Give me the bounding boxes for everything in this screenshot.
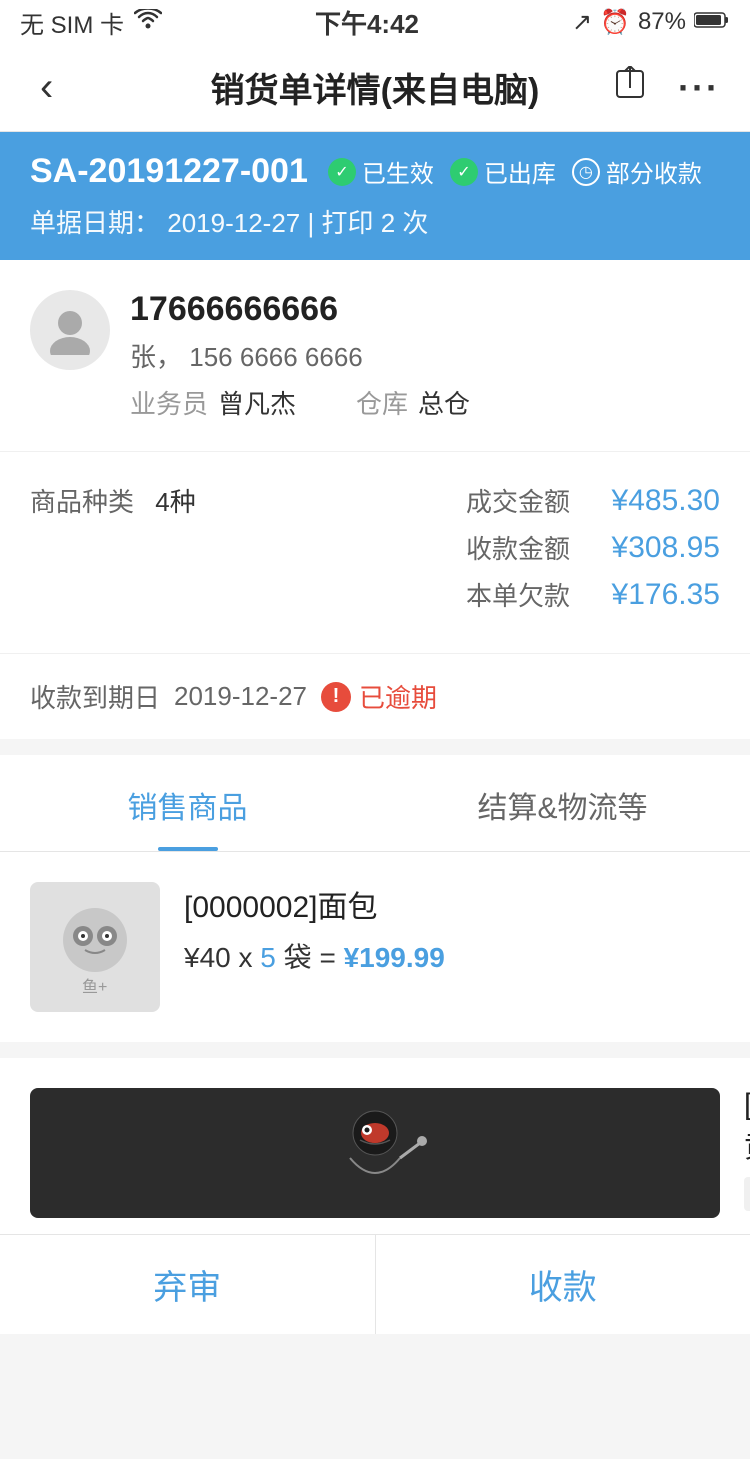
check-icon-active: ✓	[328, 158, 356, 186]
location-icon: ↗	[572, 8, 592, 37]
trading-label: 成交金额	[466, 482, 570, 519]
customer-name: 张，	[130, 342, 182, 372]
header-date-line: 单据日期： 2019-12-27 | 打印 2 次	[30, 203, 720, 240]
tab-settlement[interactable]: 结算&物流等	[375, 755, 750, 851]
customer-section: 17666666666 张， 156 6666 6666 业务员 曾凡杰 仓库 …	[0, 260, 750, 452]
confirm-button[interactable]: 收款	[376, 1235, 750, 1334]
debt-label: 本单欠款	[466, 576, 570, 613]
product-qty-1: 5	[260, 942, 276, 973]
carrier-label: 无 SIM 卡	[20, 5, 124, 40]
more-icon[interactable]: ···	[678, 67, 720, 109]
tab-sales-products[interactable]: 销售商品	[0, 755, 375, 851]
stats-section: 商品种类 4种 成交金额 ¥485.30 收款金额 ¥308.95 本单欠款 ¥…	[0, 452, 750, 653]
nav-actions: ···	[612, 66, 720, 109]
page-title: 销货单详情(来自电脑)	[211, 63, 540, 112]
cancel-button[interactable]: 弃审	[0, 1235, 376, 1334]
debt-value: ¥176.35	[590, 578, 720, 612]
trading-row: 成交金额 ¥485.30	[466, 482, 720, 519]
badge-active: ✓ 已生效	[328, 154, 434, 189]
print-count: 2	[381, 208, 395, 238]
sales-person: 曾凡杰	[218, 384, 296, 421]
svg-text:鱼+: 鱼+	[82, 978, 107, 996]
trading-value: ¥485.30	[590, 484, 720, 518]
avatar	[30, 290, 110, 370]
sales-label: 业务员	[130, 384, 208, 421]
received-label: 收款金额	[466, 529, 570, 566]
product-name-1: [0000002]面包	[184, 882, 720, 926]
date-label: 单据日期：	[30, 208, 160, 238]
due-date: 2019-12-27	[174, 681, 307, 712]
stats-right: 成交金额 ¥485.30 收款金额 ¥308.95 本单欠款 ¥176.35	[466, 482, 720, 623]
product-total-1: ¥199.99	[344, 942, 445, 973]
received-row: 收款金额 ¥308.95	[466, 529, 720, 566]
list-item: 鱼+ [0000002]面包 ¥40 x 5 袋 = ¥199.99	[0, 852, 750, 1042]
sales-meta: 业务员 曾凡杰	[130, 384, 296, 421]
stats-left: 商品种类 4种	[30, 482, 196, 519]
header-top: SA-20191227-001 ✓ 已生效 ✓ 已出库 ◷ 部分收款	[30, 152, 720, 191]
product-name-2: [00040001]黄油曲奇	[744, 1088, 750, 1166]
status-right: ↗ ⏰ 87%	[572, 8, 730, 37]
overdue-text: 已逾期	[359, 678, 437, 715]
debt-row: 本单欠款 ¥176.35	[466, 576, 720, 613]
bottom-bar: 弃审 收款	[0, 1234, 750, 1334]
status-badges: ✓ 已生效 ✓ 已出库 ◷ 部分收款	[328, 154, 702, 189]
product-info-1: [0000002]面包 ¥40 x 5 袋 = ¥199.99	[184, 882, 720, 976]
status-time: 下午4:42	[315, 4, 419, 41]
due-label: 收款到期日	[30, 678, 160, 715]
warehouse-meta: 仓库 总仓	[356, 384, 470, 421]
customer-info: 17666666666 张， 156 6666 6666 业务员 曾凡杰 仓库 …	[130, 290, 720, 421]
received-value: ¥308.95	[590, 531, 720, 565]
check-icon-out: ✓	[450, 158, 478, 186]
order-id: SA-20191227-001	[30, 152, 308, 191]
battery-icon	[694, 8, 730, 36]
product-price-1: ¥40 x 5 袋 = ¥199.99	[184, 936, 720, 976]
product-tag-2: 534532	[744, 1177, 750, 1211]
print-unit: 次	[402, 208, 428, 238]
wifi-icon	[134, 8, 162, 36]
due-section: 收款到期日 2019-12-27 ! 已逾期	[0, 653, 750, 739]
print-separator: | 打印	[307, 208, 380, 238]
product-thumb-2	[30, 1088, 720, 1218]
customer-phone-num: 156 6666 6666	[189, 342, 363, 372]
bottom-spacer	[0, 1349, 750, 1459]
share-icon[interactable]	[612, 66, 648, 109]
warehouse-value: 总仓	[418, 384, 470, 421]
warehouse-label: 仓库	[356, 384, 408, 421]
status-left: 无 SIM 卡	[20, 5, 162, 40]
header-banner: SA-20191227-001 ✓ 已生效 ✓ 已出库 ◷ 部分收款 单据日期：…	[0, 132, 750, 260]
back-button[interactable]: ‹	[30, 55, 63, 120]
nav-bar: ‹ 销货单详情(来自电脑) ···	[0, 44, 750, 132]
battery-label: 87%	[638, 8, 686, 36]
kind-count: 4种	[155, 487, 195, 517]
customer-meta: 业务员 曾凡杰 仓库 总仓	[130, 384, 720, 421]
customer-id: 17666666666	[130, 290, 720, 329]
product-thumb-1: 鱼+	[30, 882, 160, 1012]
kind-label: 商品种类 4种	[30, 482, 196, 519]
alarm-icon: ⏰	[600, 8, 630, 37]
product-list: 鱼+ [0000002]面包 ¥40 x 5 袋 = ¥199.99	[0, 852, 750, 1459]
order-date: 2019-12-27	[167, 208, 300, 238]
status-bar: 无 SIM 卡 下午4:42 ↗ ⏰ 87%	[0, 0, 750, 44]
badge-partial: ◷ 部分收款	[572, 154, 702, 189]
clock-icon: ◷	[572, 158, 600, 186]
overdue-icon: !	[321, 682, 351, 712]
overdue-badge: ! 已逾期	[321, 678, 437, 715]
tabs: 销售商品 结算&物流等	[0, 755, 750, 852]
badge-out: ✓ 已出库	[450, 154, 556, 189]
gray-divider	[0, 739, 750, 755]
customer-name-phone: 张， 156 6666 6666	[130, 337, 720, 374]
